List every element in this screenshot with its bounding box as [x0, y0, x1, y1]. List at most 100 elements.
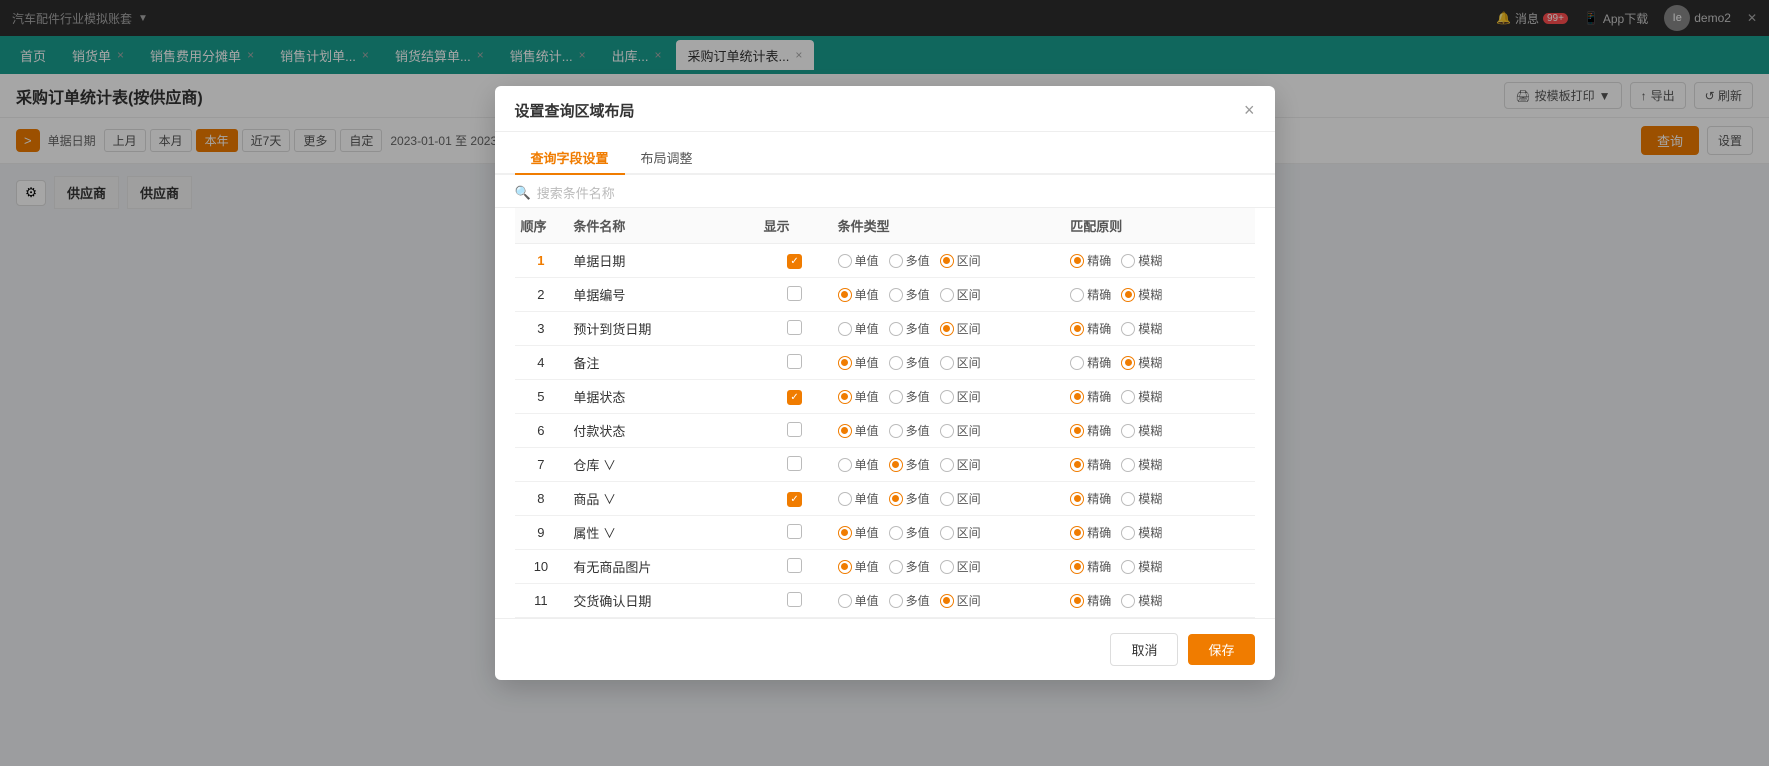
type-radio-多值[interactable]: 多值 — [889, 354, 930, 371]
checkbox[interactable] — [787, 524, 802, 539]
type-radio-多值[interactable]: 多值 — [889, 456, 930, 473]
row-type-options: 单值多值区间 — [832, 380, 1065, 414]
checkbox[interactable] — [787, 354, 802, 369]
cancel-button[interactable]: 取消 — [1110, 633, 1178, 666]
match-radio-模糊[interactable]: 模糊 — [1121, 524, 1162, 541]
radio-indicator — [940, 390, 954, 404]
type-radio-区间[interactable]: 区间 — [940, 592, 981, 609]
row-order: 1 — [515, 244, 568, 278]
match-radio-精确[interactable]: 精确 — [1070, 490, 1111, 507]
type-radio-区间[interactable]: 区间 — [940, 388, 981, 405]
row-display-checkbox[interactable] — [758, 584, 832, 618]
row-display-checkbox[interactable] — [758, 550, 832, 584]
type-radio-单值[interactable]: 单值 — [838, 354, 879, 371]
type-radio-多值[interactable]: 多值 — [889, 592, 930, 609]
type-radio-多值[interactable]: 多值 — [889, 422, 930, 439]
match-radio-模糊[interactable]: 模糊 — [1121, 286, 1162, 303]
radio-indicator — [1070, 390, 1084, 404]
row-display-checkbox[interactable] — [758, 380, 832, 414]
row-match-options: 精确模糊 — [1064, 312, 1254, 346]
modal-close-button[interactable]: × — [1244, 100, 1255, 121]
row-display-checkbox[interactable] — [758, 278, 832, 312]
type-radio-单值[interactable]: 单值 — [838, 388, 879, 405]
radio-indicator — [1121, 560, 1135, 574]
match-radio-模糊[interactable]: 模糊 — [1121, 388, 1162, 405]
type-radio-多值[interactable]: 多值 — [889, 558, 930, 575]
col-header-order: 顺序 — [515, 208, 568, 244]
match-radio-模糊[interactable]: 模糊 — [1121, 558, 1162, 575]
type-radio-单值[interactable]: 单值 — [838, 252, 879, 269]
type-radio-区间[interactable]: 区间 — [940, 456, 981, 473]
row-display-checkbox[interactable] — [758, 346, 832, 380]
match-radio-精确[interactable]: 精确 — [1070, 252, 1111, 269]
match-radio-模糊[interactable]: 模糊 — [1121, 252, 1162, 269]
match-radio-模糊[interactable]: 模糊 — [1121, 592, 1162, 609]
row-display-checkbox[interactable] — [758, 312, 832, 346]
type-radio-多值[interactable]: 多值 — [889, 286, 930, 303]
match-radio-精确[interactable]: 精确 — [1070, 320, 1111, 337]
match-radio-精确[interactable]: 精确 — [1070, 592, 1111, 609]
save-button[interactable]: 保存 — [1188, 634, 1254, 665]
match-radio-精确[interactable]: 精确 — [1070, 286, 1111, 303]
modal-tab-fields[interactable]: 查询字段设置 — [515, 142, 625, 175]
radio-indicator — [940, 526, 954, 540]
match-radio-精确[interactable]: 精确 — [1070, 388, 1111, 405]
type-radio-区间[interactable]: 区间 — [940, 558, 981, 575]
type-radio-单值[interactable]: 单值 — [838, 422, 879, 439]
checkbox[interactable] — [787, 558, 802, 573]
match-radio-模糊[interactable]: 模糊 — [1121, 422, 1162, 439]
radio-indicator — [1121, 322, 1135, 336]
checkbox[interactable] — [787, 592, 802, 607]
type-radio-多值[interactable]: 多值 — [889, 252, 930, 269]
type-radio-区间[interactable]: 区间 — [940, 320, 981, 337]
type-radio-区间[interactable]: 区间 — [940, 524, 981, 541]
match-radio-精确[interactable]: 精确 — [1070, 354, 1111, 371]
radio-indicator — [940, 356, 954, 370]
type-radio-多值[interactable]: 多值 — [889, 524, 930, 541]
radio-indicator — [1070, 560, 1084, 574]
match-radio-模糊[interactable]: 模糊 — [1121, 456, 1162, 473]
row-type-options: 单值多值区间 — [832, 550, 1065, 584]
type-radio-区间[interactable]: 区间 — [940, 252, 981, 269]
condition-search-input[interactable] — [537, 186, 737, 201]
checkbox[interactable] — [787, 320, 802, 335]
table-row: 9属性 ∨单值多值区间精确模糊 — [515, 516, 1255, 550]
row-display-checkbox[interactable] — [758, 414, 832, 448]
type-radio-多值[interactable]: 多值 — [889, 388, 930, 405]
checkbox[interactable] — [787, 254, 802, 269]
radio-indicator — [1070, 526, 1084, 540]
checkbox[interactable] — [787, 456, 802, 471]
checkbox[interactable] — [787, 390, 802, 405]
row-order: 3 — [515, 312, 568, 346]
radio-indicator — [1070, 322, 1084, 336]
match-radio-精确[interactable]: 精确 — [1070, 558, 1111, 575]
type-radio-区间[interactable]: 区间 — [940, 354, 981, 371]
checkbox[interactable] — [787, 492, 802, 507]
match-radio-模糊[interactable]: 模糊 — [1121, 490, 1162, 507]
match-radio-精确[interactable]: 精确 — [1070, 524, 1111, 541]
type-radio-单值[interactable]: 单值 — [838, 320, 879, 337]
match-radio-模糊[interactable]: 模糊 — [1121, 320, 1162, 337]
row-display-checkbox[interactable] — [758, 516, 832, 550]
modal-tab-layout[interactable]: 布局调整 — [625, 142, 709, 175]
match-radio-模糊[interactable]: 模糊 — [1121, 354, 1162, 371]
match-radio-精确[interactable]: 精确 — [1070, 422, 1111, 439]
checkbox[interactable] — [787, 286, 802, 301]
type-radio-单值[interactable]: 单值 — [838, 286, 879, 303]
type-radio-多值[interactable]: 多值 — [889, 320, 930, 337]
modal-search-bar: 🔍 — [495, 175, 1275, 208]
type-radio-单值[interactable]: 单值 — [838, 592, 879, 609]
row-display-checkbox[interactable] — [758, 244, 832, 278]
type-radio-区间[interactable]: 区间 — [940, 286, 981, 303]
type-radio-单值[interactable]: 单值 — [838, 456, 879, 473]
row-display-checkbox[interactable] — [758, 482, 832, 516]
checkbox[interactable] — [787, 422, 802, 437]
type-radio-多值[interactable]: 多值 — [889, 490, 930, 507]
type-radio-单值[interactable]: 单值 — [838, 558, 879, 575]
type-radio-单值[interactable]: 单值 — [838, 490, 879, 507]
row-display-checkbox[interactable] — [758, 448, 832, 482]
match-radio-精确[interactable]: 精确 — [1070, 456, 1111, 473]
type-radio-区间[interactable]: 区间 — [940, 490, 981, 507]
type-radio-单值[interactable]: 单值 — [838, 524, 879, 541]
type-radio-区间[interactable]: 区间 — [940, 422, 981, 439]
